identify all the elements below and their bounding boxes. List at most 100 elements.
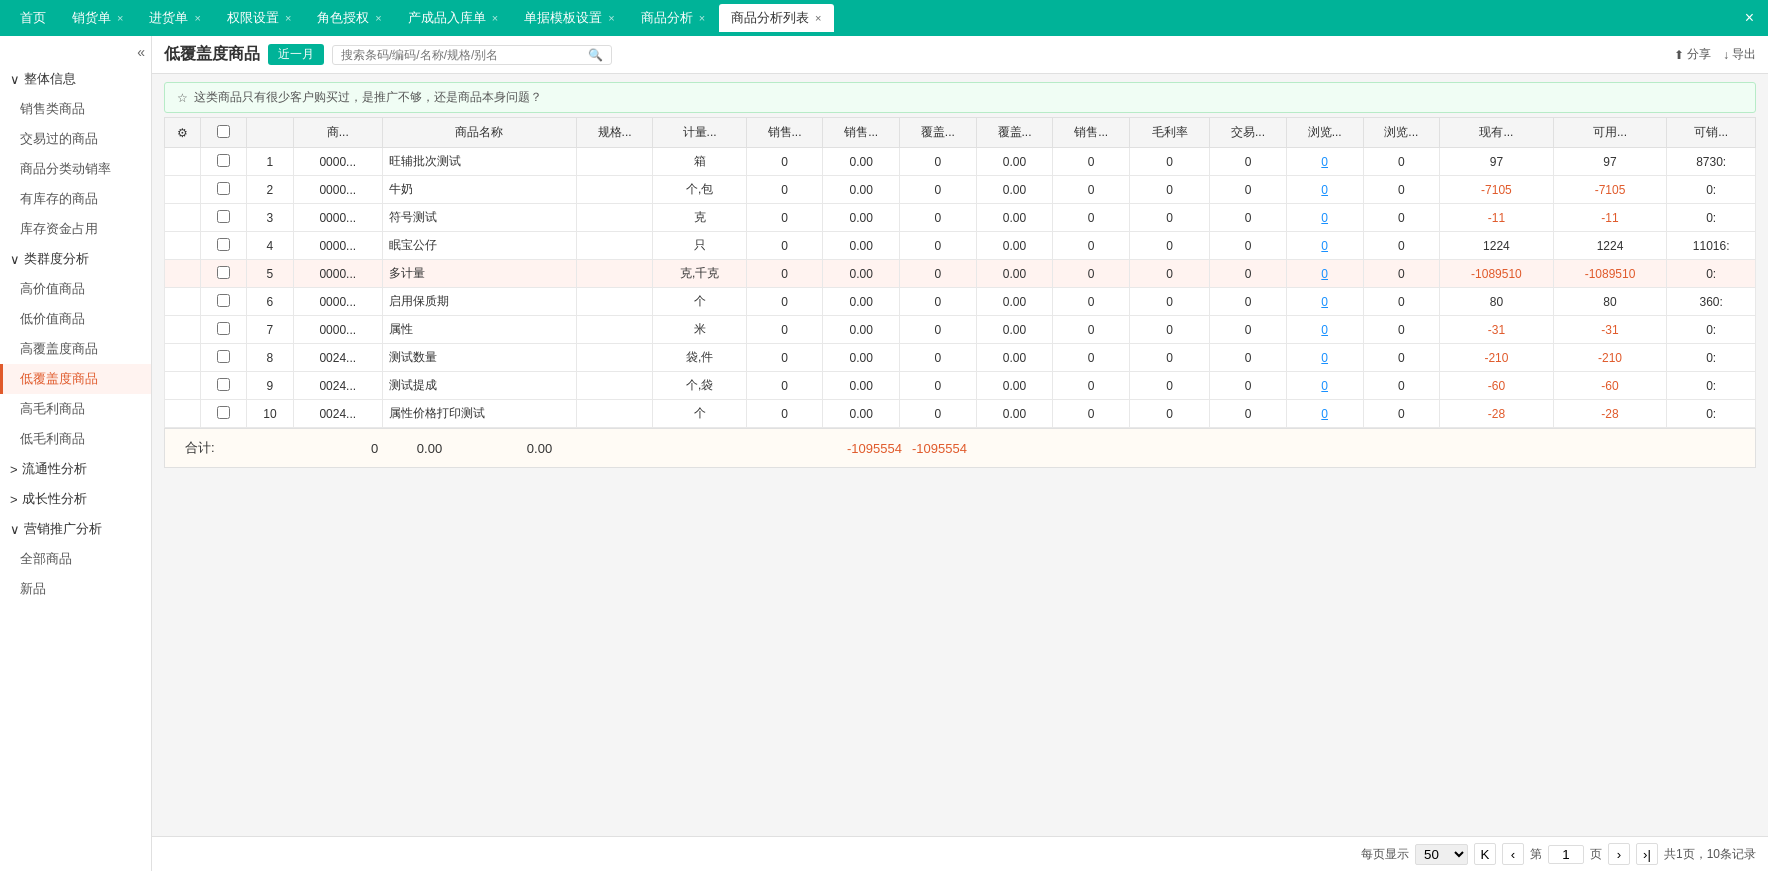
cell-checkbox[interactable]	[200, 316, 246, 344]
col-settings[interactable]: ⚙	[165, 118, 201, 148]
sidebar-section-marketing[interactable]: ∨ 营销推广分析	[0, 514, 151, 544]
share-button[interactable]: ⬆ 分享	[1674, 46, 1711, 63]
close-tab-purchase-order[interactable]: ×	[194, 12, 200, 24]
cell-checkbox[interactable]	[200, 232, 246, 260]
cell-browse1[interactable]: 0	[1286, 232, 1363, 260]
tab-product-analysis-list[interactable]: 商品分析列表 ×	[719, 4, 833, 32]
close-tab-analysis-list[interactable]: ×	[815, 12, 821, 24]
cell-checkbox[interactable]	[200, 372, 246, 400]
cell-browse1[interactable]: 0	[1286, 372, 1363, 400]
row-checkbox[interactable]	[217, 238, 230, 251]
tab-template-settings[interactable]: 单据模板设置 ×	[512, 4, 626, 32]
cell-browse1[interactable]: 0	[1286, 176, 1363, 204]
footer-available: -1095554	[907, 437, 972, 460]
next-page-btn[interactable]: ›	[1608, 843, 1630, 865]
data-table: ⚙ 商... 商品名称 规格... 计量... 销售... 销售... 覆盖..…	[164, 117, 1756, 428]
first-page-btn[interactable]: K	[1474, 843, 1496, 865]
sidebar-collapse-btn[interactable]: «	[137, 44, 145, 60]
cell-available: -11	[1553, 204, 1667, 232]
last-page-btn[interactable]: ›|	[1636, 843, 1658, 865]
page-number-input[interactable]	[1548, 845, 1584, 864]
sidebar-section-growth[interactable]: > 成长性分析	[0, 484, 151, 514]
cell-current: 97	[1440, 148, 1554, 176]
close-tab-role-auth[interactable]: ×	[375, 12, 381, 24]
tab-purchase-order[interactable]: 进货单 ×	[137, 4, 212, 32]
close-all-tabs[interactable]: ×	[1739, 9, 1760, 27]
cell-sales-amt: 0.00	[823, 176, 900, 204]
sidebar-item-all-goods[interactable]: 全部商品	[0, 544, 151, 574]
row-checkbox[interactable]	[217, 378, 230, 391]
cell-browse1[interactable]: 0	[1286, 344, 1363, 372]
sidebar-item-low-value[interactable]: 低价值商品	[0, 304, 151, 334]
cell-current: -28	[1440, 400, 1554, 428]
cell-browse1[interactable]: 0	[1286, 316, 1363, 344]
tab-role-auth[interactable]: 角色授权 ×	[305, 4, 393, 32]
tab-sales-order[interactable]: 销货单 ×	[60, 4, 135, 32]
settings-icon[interactable]: ⚙	[177, 126, 188, 140]
cell-code: 0000...	[293, 288, 382, 316]
tab-product-entry[interactable]: 产成品入库单 ×	[396, 4, 510, 32]
close-tab-product-entry[interactable]: ×	[492, 12, 498, 24]
sidebar-item-new-goods[interactable]: 新品	[0, 574, 151, 604]
col-checkbox-header[interactable]	[200, 118, 246, 148]
row-checkbox[interactable]	[217, 266, 230, 279]
sidebar-item-high-margin[interactable]: 高毛利商品	[0, 394, 151, 424]
cell-checkbox[interactable]	[200, 148, 246, 176]
cell-checkbox[interactable]	[200, 400, 246, 428]
prev-page-btn[interactable]: ‹	[1502, 843, 1524, 865]
cell-browse1[interactable]: 0	[1286, 260, 1363, 288]
cell-unit: 米	[653, 316, 746, 344]
cell-checkbox[interactable]	[200, 288, 246, 316]
cell-sales2: 0	[1053, 372, 1130, 400]
search-icon[interactable]: 🔍	[588, 48, 603, 62]
cell-checkbox[interactable]	[200, 260, 246, 288]
close-tab-template[interactable]: ×	[608, 12, 614, 24]
cell-browse1[interactable]: 0	[1286, 148, 1363, 176]
sidebar-section-overview[interactable]: ∨ 整体信息	[0, 64, 151, 94]
row-checkbox[interactable]	[217, 182, 230, 195]
sidebar-section-cluster[interactable]: ∨ 类群度分析	[0, 244, 151, 274]
cell-browse1[interactable]: 0	[1286, 204, 1363, 232]
close-tab-sales-order[interactable]: ×	[117, 12, 123, 24]
row-checkbox[interactable]	[217, 350, 230, 363]
col-name: 商品名称	[382, 118, 576, 148]
sidebar-item-stocked-goods[interactable]: 有库存的商品	[0, 184, 151, 214]
search-input[interactable]	[341, 48, 584, 62]
table-wrapper[interactable]: ⚙ 商... 商品名称 规格... 计量... 销售... 销售... 覆盖..…	[164, 117, 1756, 836]
cell-sales-amt: 0.00	[823, 204, 900, 232]
sidebar-item-low-margin[interactable]: 低毛利商品	[0, 424, 151, 454]
chevron-icon-4: >	[10, 492, 18, 507]
sidebar-item-sales-goods[interactable]: 销售类商品	[0, 94, 151, 124]
cell-browse1[interactable]: 0	[1286, 288, 1363, 316]
tab-product-analysis[interactable]: 商品分析 ×	[629, 4, 717, 32]
row-checkbox[interactable]	[217, 406, 230, 419]
period-button[interactable]: 近一月	[268, 44, 324, 65]
tab-permission-settings[interactable]: 权限设置 ×	[215, 4, 303, 32]
cell-checkbox[interactable]	[200, 176, 246, 204]
row-checkbox[interactable]	[217, 294, 230, 307]
cell-cover1: 0	[900, 232, 977, 260]
cell-checkbox[interactable]	[200, 204, 246, 232]
sidebar-item-high-value[interactable]: 高价值商品	[0, 274, 151, 304]
sidebar-item-low-coverage[interactable]: 低覆盖度商品	[0, 364, 151, 394]
cell-browse1[interactable]: 0	[1286, 400, 1363, 428]
cell-name: 牛奶	[382, 176, 576, 204]
tab-home[interactable]: 首页	[8, 4, 58, 32]
sidebar-item-traded-goods[interactable]: 交易过的商品	[0, 124, 151, 154]
cell-sales-qty: 0	[746, 260, 823, 288]
select-all-checkbox[interactable]	[217, 125, 230, 138]
sidebar-item-inventory-fund[interactable]: 库存资金占用	[0, 214, 151, 244]
cell-name: 属性价格打印测试	[382, 400, 576, 428]
row-checkbox[interactable]	[217, 210, 230, 223]
sidebar-item-category-rate[interactable]: 商品分类动销率	[0, 154, 151, 184]
row-checkbox[interactable]	[217, 322, 230, 335]
cell-checkbox[interactable]	[200, 344, 246, 372]
sidebar-item-high-coverage[interactable]: 高覆盖度商品	[0, 334, 151, 364]
per-page-select[interactable]: 50 20 100	[1415, 844, 1468, 865]
sidebar-section-circulation[interactable]: > 流通性分析	[0, 454, 151, 484]
close-tab-analysis[interactable]: ×	[699, 12, 705, 24]
table-row: 8 0024... 测试数量 袋,件 0 0.00 0 0.00 0 0 0 0…	[165, 344, 1756, 372]
row-checkbox[interactable]	[217, 154, 230, 167]
export-button[interactable]: ↓ 导出	[1723, 46, 1756, 63]
close-tab-permission[interactable]: ×	[285, 12, 291, 24]
